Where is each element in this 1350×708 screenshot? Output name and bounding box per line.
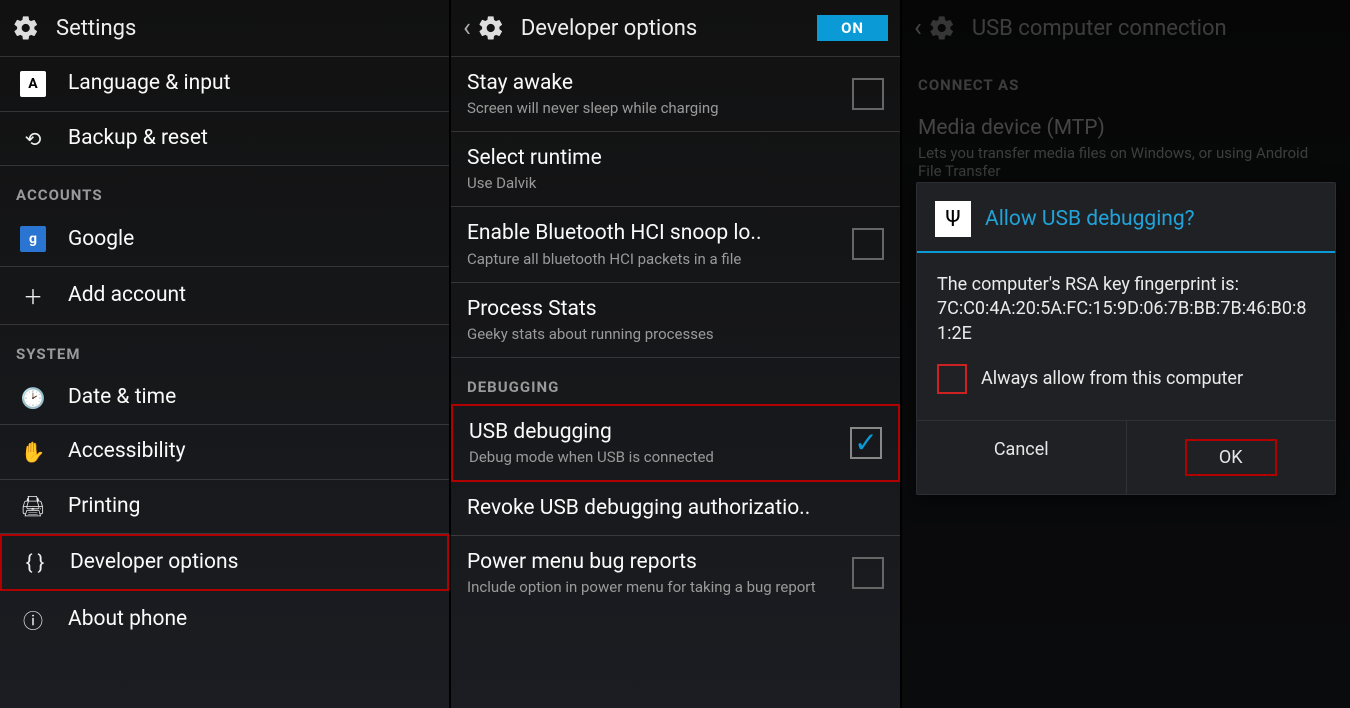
cancel-label: Cancel	[994, 439, 1049, 460]
item-label: Developer options	[70, 550, 431, 575]
always-checkbox[interactable]	[937, 364, 967, 394]
item-label: Enable Bluetooth HCI snoop lo..	[467, 221, 842, 246]
dialog-header: Ψ Allow USB debugging?	[917, 183, 1335, 253]
usb-connection-panel: ‹ USB computer connection CONNECT AS Med…	[902, 0, 1350, 708]
dev-item-usb-debugging[interactable]: USB debugging Debug mode when USB is con…	[451, 404, 900, 482]
settings-panel: Settings A Language & input ⟲ Backup & r…	[0, 0, 451, 708]
item-label: About phone	[68, 607, 433, 632]
item-label: Process Stats	[467, 297, 884, 322]
settings-item-about[interactable]: ⓘ About phone	[0, 591, 449, 648]
dialog-cancel-button[interactable]: Cancel	[917, 421, 1127, 494]
item-label: Printing	[68, 494, 433, 519]
item-label: USB debugging	[469, 420, 840, 445]
always-label: Always allow from this computer	[981, 368, 1243, 389]
checkbox[interactable]	[852, 78, 884, 110]
braces-icon: { }	[18, 550, 52, 574]
dev-header: ‹ Developer options ON	[451, 0, 900, 56]
clock-icon: 🕑	[16, 386, 50, 410]
dev-toggle-on[interactable]: ON	[817, 15, 888, 41]
item-label: Select runtime	[467, 146, 884, 171]
item-label: Revoke USB debugging authorizatio..	[467, 496, 884, 521]
settings-item-backup[interactable]: ⟲ Backup & reset	[0, 112, 449, 166]
item-label: Stay awake	[467, 71, 842, 96]
hand-icon: ✋	[16, 440, 50, 464]
printer-icon: 🖨	[16, 494, 50, 518]
section-debugging: DEBUGGING	[451, 358, 900, 404]
item-label: Date & time	[68, 385, 433, 410]
plus-icon: ＋	[16, 281, 50, 310]
checkbox-checked[interactable]: ✓	[850, 427, 882, 459]
dev-item-power-bugreport[interactable]: Power menu bug reports Include option in…	[451, 536, 900, 610]
usb-icon: Ψ	[935, 201, 971, 237]
item-label: Accessibility	[68, 439, 433, 464]
ok-label: OK	[1185, 439, 1277, 476]
item-label: Add account	[68, 283, 433, 308]
dialog-actions: Cancel OK	[917, 420, 1335, 494]
item-sub: Capture all bluetooth HCI packets in a f…	[467, 250, 842, 268]
settings-item-printing[interactable]: 🖨 Printing	[0, 480, 449, 534]
dev-item-revoke-auth[interactable]: Revoke USB debugging authorizatio..	[451, 482, 900, 536]
item-sub: Debug mode when USB is connected	[469, 448, 840, 466]
checkbox[interactable]	[852, 228, 884, 260]
settings-item-datetime[interactable]: 🕑 Date & time	[0, 371, 449, 425]
back-icon[interactable]: ‹	[463, 13, 471, 43]
settings-item-developer-options[interactable]: { } Developer options	[0, 534, 449, 591]
gear-icon	[12, 14, 40, 42]
section-system: SYSTEM	[0, 325, 449, 371]
dialog-ok-button[interactable]: OK	[1127, 421, 1336, 494]
google-icon: g	[16, 226, 50, 252]
dialog-body-intro: The computer's RSA key fingerprint is:	[937, 273, 1315, 297]
checkbox[interactable]	[852, 557, 884, 589]
developer-options-panel: ‹ Developer options ON Stay awake Screen…	[451, 0, 902, 708]
dialog-title: Allow USB debugging?	[985, 207, 1195, 231]
item-label: Backup & reset	[68, 126, 433, 151]
item-label: Power menu bug reports	[467, 550, 842, 575]
item-label: Language & input	[68, 71, 433, 96]
settings-title: Settings	[56, 16, 136, 41]
info-icon: ⓘ	[16, 605, 50, 634]
dev-item-process-stats[interactable]: Process Stats Geeky stats about running …	[451, 283, 900, 358]
item-sub: Use Dalvik	[467, 174, 884, 192]
item-sub: Geeky stats about running processes	[467, 325, 884, 343]
dev-title: Developer options	[521, 16, 697, 41]
dialog-always-row[interactable]: Always allow from this computer	[917, 352, 1335, 420]
dialog-body: The computer's RSA key fingerprint is: 7…	[917, 253, 1335, 352]
dev-item-stay-awake[interactable]: Stay awake Screen will never sleep while…	[451, 56, 900, 132]
dev-item-select-runtime[interactable]: Select runtime Use Dalvik	[451, 132, 900, 207]
section-accounts: ACCOUNTS	[0, 166, 449, 212]
usb-debugging-dialog: Ψ Allow USB debugging? The computer's RS…	[916, 182, 1336, 495]
settings-item-add-account[interactable]: ＋ Add account	[0, 267, 449, 325]
backup-icon: ⟲	[16, 127, 50, 151]
settings-item-google[interactable]: g Google	[0, 212, 449, 267]
language-icon: A	[16, 71, 50, 97]
gear-icon	[477, 14, 505, 42]
settings-header: Settings	[0, 0, 449, 56]
item-sub: Screen will never sleep while charging	[467, 99, 842, 117]
item-label: Google	[68, 227, 433, 252]
item-sub: Include option in power menu for taking …	[467, 578, 842, 596]
dev-item-bt-hci[interactable]: Enable Bluetooth HCI snoop lo.. Capture …	[451, 207, 900, 282]
dialog-fingerprint: 7C:C0:4A:20:5A:FC:15:9D:06:7B:BB:7B:46:B…	[937, 297, 1315, 346]
settings-item-language[interactable]: A Language & input	[0, 56, 449, 112]
settings-item-accessibility[interactable]: ✋ Accessibility	[0, 425, 449, 479]
